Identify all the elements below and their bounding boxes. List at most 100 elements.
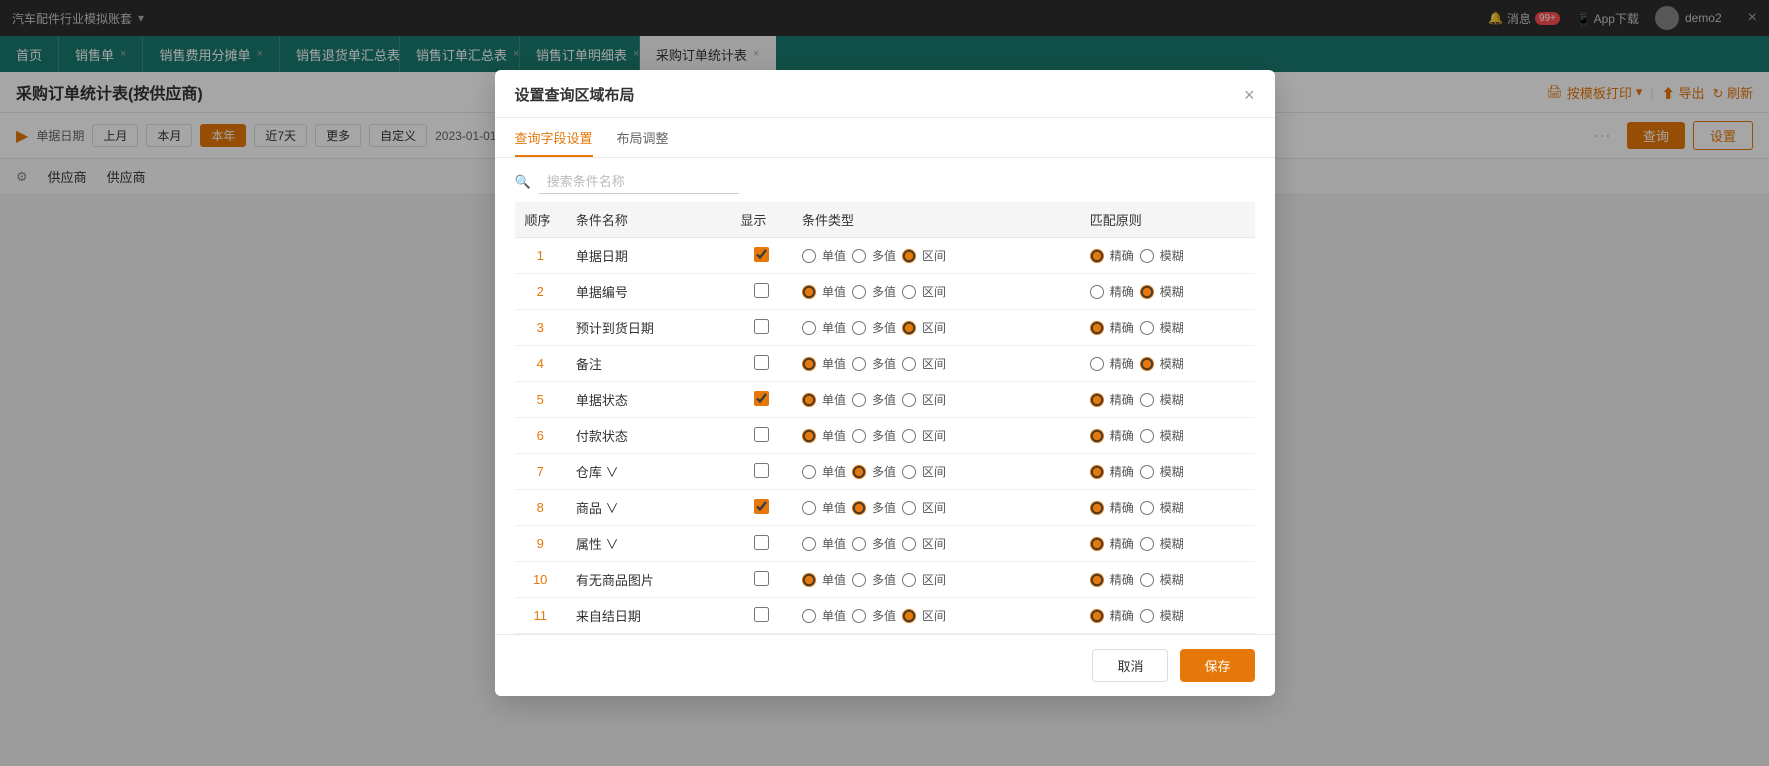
tab-layout-adjust[interactable]: 布局调整	[617, 118, 669, 157]
type-label-type_range-5: 区间	[922, 391, 946, 408]
type-type_range-10[interactable]	[902, 573, 916, 587]
display-checkbox-5[interactable]	[754, 391, 769, 406]
type-type_range-4[interactable]	[902, 357, 916, 371]
match-label-match_fuzzy-5: 模糊	[1160, 391, 1184, 408]
col-type: 条件类型	[792, 202, 1080, 238]
match-match_exact-6[interactable]	[1090, 429, 1104, 443]
match-match_fuzzy-4[interactable]	[1140, 357, 1154, 371]
type-label-type_single-4: 单值	[822, 355, 846, 372]
type-type_single-10[interactable]	[802, 573, 816, 587]
display-checkbox-8[interactable]	[754, 499, 769, 514]
type-type_range-6[interactable]	[902, 429, 916, 443]
match-label-match_exact-10: 精确	[1110, 571, 1134, 588]
type-type_single-1[interactable]	[802, 249, 816, 263]
row-name-6: 付款状态	[566, 418, 730, 454]
display-checkbox-1[interactable]	[754, 247, 769, 262]
display-checkbox-9[interactable]	[754, 535, 769, 550]
match-match_fuzzy-9[interactable]	[1140, 537, 1154, 551]
match-match_exact-9[interactable]	[1090, 537, 1104, 551]
type-type_single-3[interactable]	[802, 321, 816, 335]
tab-query-fields[interactable]: 查询字段设置	[515, 118, 593, 157]
type-type_single-5[interactable]	[802, 393, 816, 407]
match-match_exact-8[interactable]	[1090, 501, 1104, 515]
type-type_multi-9[interactable]	[852, 537, 866, 551]
match-label-match_fuzzy-9: 模糊	[1160, 535, 1184, 552]
type-type_single-2[interactable]	[802, 285, 816, 299]
type-type_range-8[interactable]	[902, 501, 916, 515]
match-match_fuzzy-11[interactable]	[1140, 609, 1154, 623]
match-label-match_fuzzy-1: 模糊	[1160, 247, 1184, 264]
type-type_range-1[interactable]	[902, 249, 916, 263]
type-type_range-11[interactable]	[902, 609, 916, 623]
type-type_multi-4[interactable]	[852, 357, 866, 371]
type-type_range-7[interactable]	[902, 465, 916, 479]
match-match_fuzzy-8[interactable]	[1140, 501, 1154, 515]
modal-close-button[interactable]: ×	[1244, 86, 1255, 104]
row-display-10	[730, 562, 792, 598]
search-input[interactable]	[539, 170, 739, 194]
type-type_single-4[interactable]	[802, 357, 816, 371]
match-match_fuzzy-10[interactable]	[1140, 573, 1154, 587]
type-type_single-11[interactable]	[802, 609, 816, 623]
col-match: 匹配原则	[1080, 202, 1255, 238]
match-match_exact-3[interactable]	[1090, 321, 1104, 335]
match-match_fuzzy-3[interactable]	[1140, 321, 1154, 335]
display-checkbox-7[interactable]	[754, 463, 769, 478]
row-name-2: 单据编号	[566, 274, 730, 310]
type-type_multi-3[interactable]	[852, 321, 866, 335]
match-label-match_exact-2: 精确	[1110, 283, 1134, 300]
modal-tabs: 查询字段设置 布局调整	[495, 118, 1275, 158]
row-type-7: 单值多值区间	[792, 454, 1080, 490]
match-match_exact-2[interactable]	[1090, 285, 1104, 299]
type-type_multi-6[interactable]	[852, 429, 866, 443]
row-name-10: 有无商品图片	[566, 562, 730, 598]
match-match_exact-7[interactable]	[1090, 465, 1104, 479]
match-match_exact-10[interactable]	[1090, 573, 1104, 587]
match-match_fuzzy-5[interactable]	[1140, 393, 1154, 407]
type-type_range-9[interactable]	[902, 537, 916, 551]
display-checkbox-2[interactable]	[754, 283, 769, 298]
row-order-7: 7	[515, 454, 566, 490]
row-name-4: 备注	[566, 346, 730, 382]
match-match_fuzzy-1[interactable]	[1140, 249, 1154, 263]
type-type_single-6[interactable]	[802, 429, 816, 443]
type-type_multi-10[interactable]	[852, 573, 866, 587]
display-checkbox-11[interactable]	[754, 607, 769, 622]
type-type_multi-8[interactable]	[852, 501, 866, 515]
match-match_exact-4[interactable]	[1090, 357, 1104, 371]
type-type_single-7[interactable]	[802, 465, 816, 479]
type-type_multi-5[interactable]	[852, 393, 866, 407]
type-type_multi-1[interactable]	[852, 249, 866, 263]
match-match_fuzzy-2[interactable]	[1140, 285, 1154, 299]
display-checkbox-4[interactable]	[754, 355, 769, 370]
type-type_range-3[interactable]	[902, 321, 916, 335]
type-type_multi-7[interactable]	[852, 465, 866, 479]
display-checkbox-3[interactable]	[754, 319, 769, 334]
match-match_fuzzy-6[interactable]	[1140, 429, 1154, 443]
type-type_multi-11[interactable]	[852, 609, 866, 623]
row-match-3: 精确模糊	[1080, 310, 1255, 346]
table-row: 5单据状态单值多值区间精确模糊	[515, 382, 1255, 418]
type-type_single-8[interactable]	[802, 501, 816, 515]
modal-title: 设置查询区域布局	[515, 84, 635, 105]
match-match_exact-11[interactable]	[1090, 609, 1104, 623]
match-match_fuzzy-7[interactable]	[1140, 465, 1154, 479]
row-name-8: 商品 ∨	[566, 490, 730, 526]
save-button[interactable]: 保存	[1180, 649, 1254, 682]
type-type_range-5[interactable]	[902, 393, 916, 407]
row-type-10: 单值多值区间	[792, 562, 1080, 598]
tab-query-fields-label: 查询字段设置	[515, 131, 593, 146]
row-name-7: 仓库 ∨	[566, 454, 730, 490]
row-match-2: 精确模糊	[1080, 274, 1255, 310]
match-match_exact-1[interactable]	[1090, 249, 1104, 263]
display-checkbox-6[interactable]	[754, 427, 769, 442]
type-type_multi-2[interactable]	[852, 285, 866, 299]
match-match_exact-5[interactable]	[1090, 393, 1104, 407]
display-checkbox-10[interactable]	[754, 571, 769, 586]
row-type-5: 单值多值区间	[792, 382, 1080, 418]
match-label-match_exact-11: 精确	[1110, 607, 1134, 624]
type-type_range-2[interactable]	[902, 285, 916, 299]
cancel-button[interactable]: 取消	[1092, 649, 1168, 682]
match-label-match_exact-5: 精确	[1110, 391, 1134, 408]
type-type_single-9[interactable]	[802, 537, 816, 551]
